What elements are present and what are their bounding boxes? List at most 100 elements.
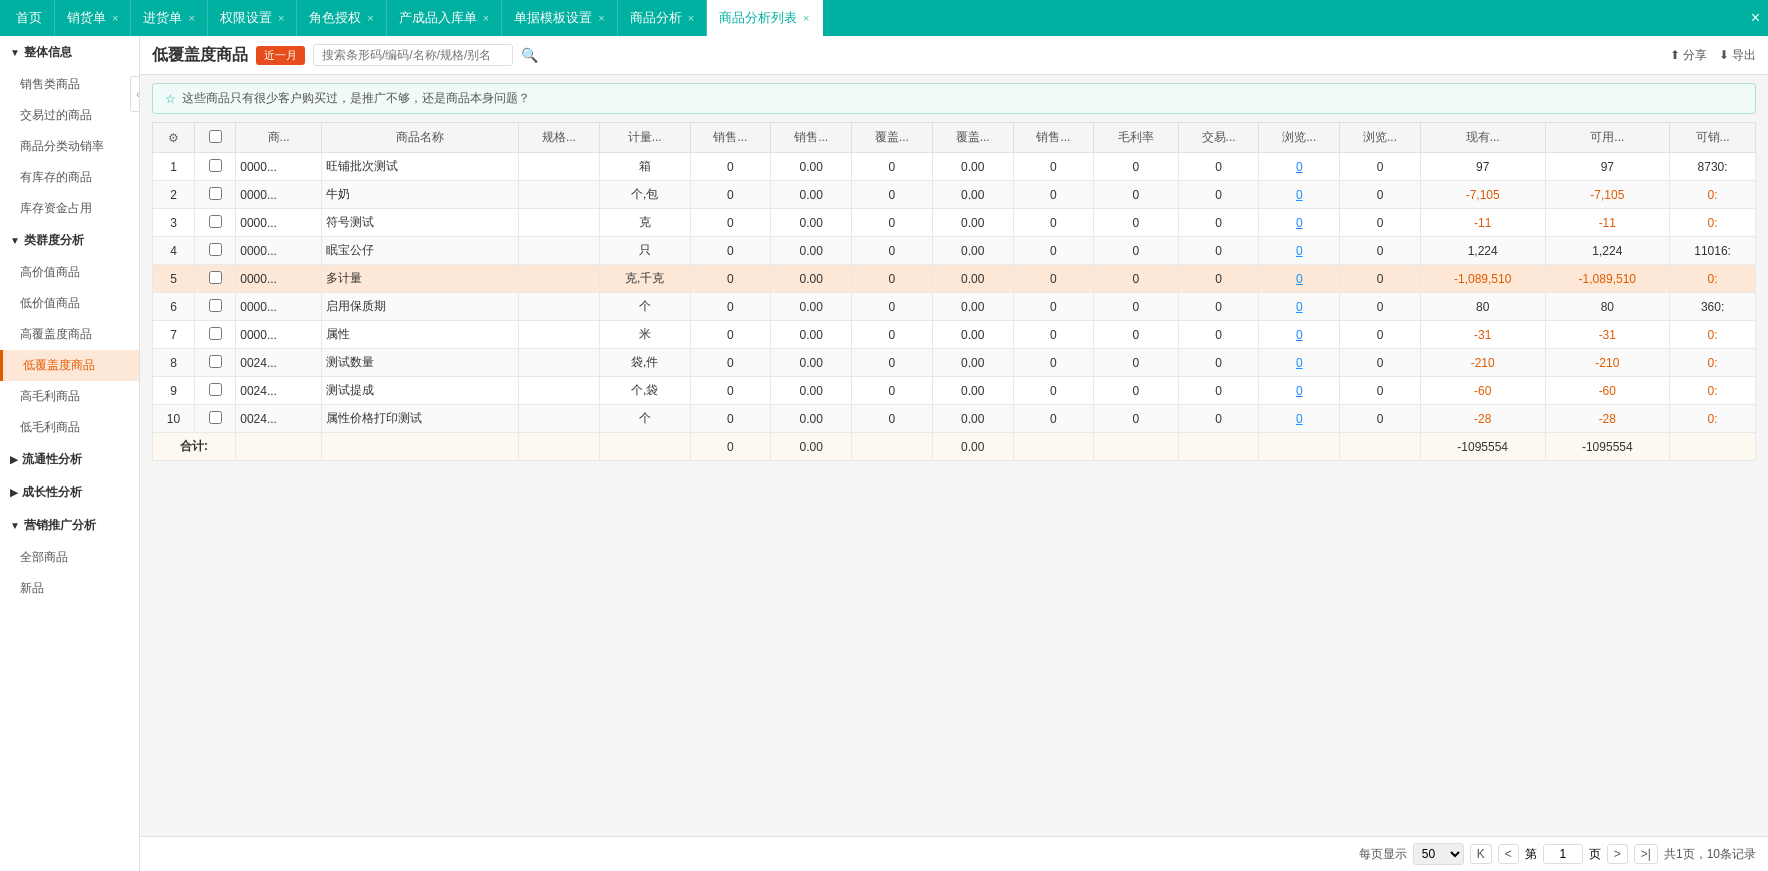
product-name[interactable]: 多计量	[322, 265, 519, 293]
first-page-button[interactable]: K	[1470, 844, 1492, 864]
browse1[interactable]: 0	[1259, 321, 1340, 349]
product-name[interactable]: 旺铺批次测试	[322, 153, 519, 181]
sidebar-item-high-value[interactable]: 高价值商品	[0, 257, 139, 288]
sidebar-item-traded-goods[interactable]: 交易过的商品	[0, 100, 139, 131]
product-name[interactable]: 眠宝公仔	[322, 237, 519, 265]
nav-tab-purchase[interactable]: 进货单 ×	[131, 0, 207, 36]
sidebar-item-low-coverage[interactable]: 低覆盖度商品	[0, 350, 139, 381]
close-icon[interactable]: ×	[112, 12, 118, 24]
export-button[interactable]: ⬇ 导出	[1719, 47, 1756, 64]
code-col-header[interactable]: 商...	[236, 123, 322, 153]
sidebar-collapse-button[interactable]: «	[130, 76, 140, 112]
browse1[interactable]: 0	[1259, 293, 1340, 321]
nav-tab-role[interactable]: 角色授权 ×	[297, 0, 386, 36]
product-name[interactable]: 符号测试	[322, 209, 519, 237]
row-checkbox[interactable]	[209, 327, 222, 340]
browse1[interactable]: 0	[1259, 265, 1340, 293]
next-page-button[interactable]: >	[1607, 844, 1628, 864]
sidebar-item-low-margin[interactable]: 低毛利商品	[0, 412, 139, 443]
cover2-col-header[interactable]: 覆盖...	[932, 123, 1013, 153]
product-name[interactable]: 测试数量	[322, 349, 519, 377]
product-name[interactable]: 属性价格打印测试	[322, 405, 519, 433]
row-checkbox[interactable]	[209, 159, 222, 172]
browse1-col-header[interactable]: 浏览...	[1259, 123, 1340, 153]
sidebar-section-growth[interactable]: ▶ 成长性分析	[0, 476, 139, 509]
share-button[interactable]: ⬆ 分享	[1670, 47, 1707, 64]
row-checkbox[interactable]	[209, 187, 222, 200]
page-size-select[interactable]: 50 100 200	[1413, 843, 1464, 865]
close-icon[interactable]: ×	[367, 12, 373, 24]
sidebar-item-category-rate[interactable]: 商品分类动销率	[0, 131, 139, 162]
name-col-header[interactable]: 商品名称	[322, 123, 519, 153]
sales-amt-col-header[interactable]: 销售...	[771, 123, 852, 153]
sidebar-section-cluster[interactable]: ▼ 类群度分析	[0, 224, 139, 257]
nav-tab-sales[interactable]: 销货单 ×	[55, 0, 131, 36]
browse1[interactable]: 0	[1259, 181, 1340, 209]
browse1[interactable]: 0	[1259, 405, 1340, 433]
sidebar-item-low-value[interactable]: 低价值商品	[0, 288, 139, 319]
settings-icon[interactable]: ⚙	[168, 131, 179, 145]
sidebar-item-high-margin[interactable]: 高毛利商品	[0, 381, 139, 412]
close-icon[interactable]: ×	[598, 12, 604, 24]
nav-tab-home[interactable]: 首页	[4, 0, 55, 36]
browse1[interactable]: 0	[1259, 349, 1340, 377]
product-name[interactable]: 测试提成	[322, 377, 519, 405]
row-checkbox[interactable]	[209, 271, 222, 284]
close-icon[interactable]: ×	[278, 12, 284, 24]
sidebar-item-sales-goods[interactable]: 销售类商品	[0, 69, 139, 100]
row-checkbox[interactable]	[209, 355, 222, 368]
trade-col-header[interactable]: 交易...	[1178, 123, 1259, 153]
nav-tab-production[interactable]: 产成品入库单 ×	[387, 0, 502, 36]
row-checkbox[interactable]	[209, 299, 222, 312]
nav-tab-permission[interactable]: 权限设置 ×	[208, 0, 297, 36]
select-all-checkbox[interactable]	[209, 130, 222, 143]
last-page-button[interactable]: >|	[1634, 844, 1658, 864]
checkbox-col-header[interactable]	[194, 123, 235, 153]
cover1: 0	[852, 237, 933, 265]
browse1[interactable]: 0	[1259, 377, 1340, 405]
prev-page-button[interactable]: <	[1498, 844, 1519, 864]
gross-rate-col-header[interactable]: 毛利率	[1094, 123, 1178, 153]
product-name[interactable]: 牛奶	[322, 181, 519, 209]
search-icon[interactable]: 🔍	[521, 47, 538, 63]
browse1[interactable]: 0	[1259, 237, 1340, 265]
unit-col-header[interactable]: 计量...	[599, 123, 690, 153]
browse1[interactable]: 0	[1259, 153, 1340, 181]
page-number-input[interactable]	[1543, 844, 1583, 864]
row-checkbox[interactable]	[209, 215, 222, 228]
sidebar-item-new-goods[interactable]: 新品	[0, 573, 139, 604]
sales-qty-col-header[interactable]: 销售...	[690, 123, 771, 153]
close-icon[interactable]: ×	[188, 12, 194, 24]
available-col-header[interactable]: 可用...	[1545, 123, 1670, 153]
nav-tab-template[interactable]: 单据模板设置 ×	[502, 0, 617, 36]
settings-col-header[interactable]: ⚙	[153, 123, 195, 153]
sidebar-item-in-stock[interactable]: 有库存的商品	[0, 162, 139, 193]
current-col-header[interactable]: 现有...	[1420, 123, 1545, 153]
cover1-col-header[interactable]: 覆盖...	[852, 123, 933, 153]
search-input[interactable]	[313, 44, 513, 66]
sidebar-section-flow[interactable]: ▶ 流通性分析	[0, 443, 139, 476]
period-button[interactable]: 近一月	[256, 46, 305, 65]
browse2-col-header[interactable]: 浏览...	[1340, 123, 1421, 153]
row-checkbox[interactable]	[209, 383, 222, 396]
product-name[interactable]: 启用保质期	[322, 293, 519, 321]
sidebar-section-overall[interactable]: ▼ 整体信息	[0, 36, 139, 69]
sidebar-item-high-coverage[interactable]: 高覆盖度商品	[0, 319, 139, 350]
close-icon[interactable]: ×	[803, 12, 809, 24]
close-all-button[interactable]: ×	[1751, 9, 1760, 27]
row-checkbox[interactable]	[209, 243, 222, 256]
sales2-col-header[interactable]: 销售...	[1013, 123, 1094, 153]
row-checkbox[interactable]	[209, 411, 222, 424]
browse1[interactable]: 0	[1259, 209, 1340, 237]
nav-tab-analysis[interactable]: 商品分析 ×	[618, 0, 707, 36]
spec-col-header[interactable]: 规格...	[519, 123, 600, 153]
sidebar-section-marketing[interactable]: ▼ 营销推广分析	[0, 509, 139, 542]
product-name[interactable]: 属性	[322, 321, 519, 349]
sidebar-item-capital[interactable]: 库存资金占用	[0, 193, 139, 224]
close-icon[interactable]: ×	[483, 12, 489, 24]
close-icon[interactable]: ×	[688, 12, 694, 24]
sellable-col-header[interactable]: 可销...	[1670, 123, 1756, 153]
table-container[interactable]: ⚙ 商... 商品名称 规格... 计量... 销售... 销售... 覆盖..…	[152, 122, 1756, 836]
sidebar-item-all-goods[interactable]: 全部商品	[0, 542, 139, 573]
nav-tab-analysis-list[interactable]: 商品分析列表 ×	[707, 0, 822, 36]
